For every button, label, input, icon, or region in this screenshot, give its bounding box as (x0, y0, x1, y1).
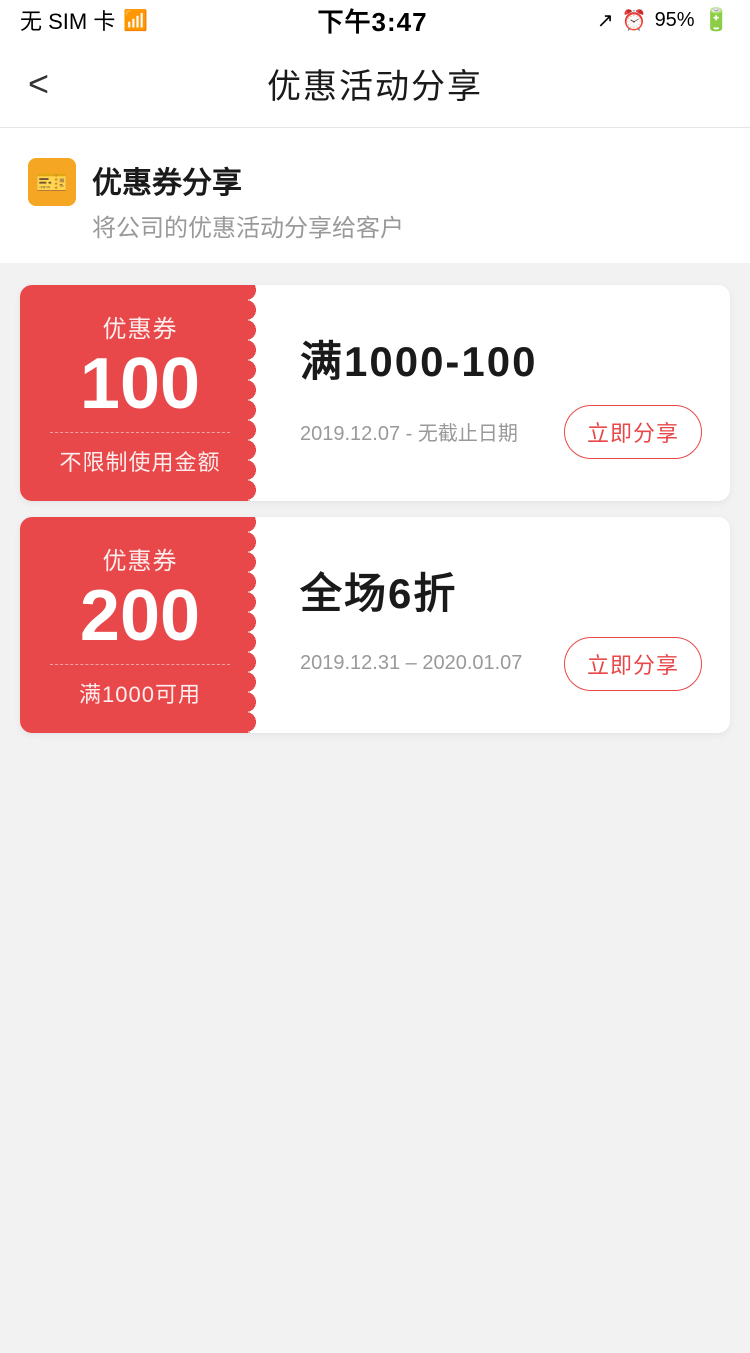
coupon-meta-2: 2019.12.31 – 2020.01.07 立即分享 (300, 637, 702, 691)
wifi-icon: 📶 (123, 8, 148, 33)
status-right: ↗ ⏰ 95% 🔋 (597, 7, 730, 33)
coupon-condition-1: 不限制使用金额 (59, 445, 220, 477)
section-text-group: 优惠券分享 将公司的优惠活动分享给客户 (92, 158, 404, 243)
coupon-name-2: 全场6折 (300, 560, 702, 621)
coupon-condition-2: 满1000可用 (79, 677, 201, 709)
empty-area (0, 753, 750, 1353)
coupon-amount-2: 200 (80, 580, 200, 652)
coupon-right-1: 满1000-100 2019.12.07 - 无截止日期 立即分享 (260, 285, 730, 501)
coupon-name-1: 满1000-100 (300, 328, 702, 389)
section-icon: 🎫 (28, 158, 76, 206)
coupon-meta-1: 2019.12.07 - 无截止日期 立即分享 (300, 405, 702, 459)
battery-percent: 95% (655, 9, 695, 32)
status-left: 无 SIM 卡 📶 (20, 4, 148, 36)
status-bar: 无 SIM 卡 📶 下午3:47 ↗ ⏰ 95% 🔋 (0, 0, 750, 40)
coupon-right-2: 全场6折 2019.12.31 – 2020.01.07 立即分享 (260, 517, 730, 733)
coupon-divider-2 (50, 664, 230, 665)
coupon-card-1: 优惠券 100 不限制使用金额 满1000-100 2019.12.07 - 无… (20, 285, 730, 501)
nav-bar: < 优惠活动分享 (0, 40, 750, 128)
coupon-date-2: 2019.12.31 – 2020.01.07 (300, 652, 552, 675)
coupon-label-1: 优惠券 (103, 309, 178, 344)
no-sim-text: 无 SIM 卡 (20, 4, 115, 36)
coupon-left-2: 优惠券 200 满1000可用 (20, 517, 260, 733)
coupon-amount-1: 100 (80, 348, 200, 420)
battery-icon: 🔋 (703, 7, 730, 33)
coupon-divider-1 (50, 432, 230, 433)
section-subtitle: 将公司的优惠活动分享给客户 (92, 208, 404, 243)
share-button-1[interactable]: 立即分享 (564, 405, 702, 459)
coupon-left-1: 优惠券 100 不限制使用金额 (20, 285, 260, 501)
location-icon: ↗ (597, 8, 614, 33)
back-button[interactable]: < (28, 63, 49, 105)
coupon-label-2: 优惠券 (103, 541, 178, 576)
coupon-card-2: 优惠券 200 满1000可用 全场6折 2019.12.31 – 2020.0… (20, 517, 730, 733)
coupon-list: 优惠券 100 不限制使用金额 满1000-100 2019.12.07 - 无… (0, 265, 750, 753)
alarm-icon: ⏰ (622, 8, 647, 33)
section-title: 优惠券分享 (92, 158, 404, 202)
share-button-2[interactable]: 立即分享 (564, 637, 702, 691)
coupon-date-1: 2019.12.07 - 无截止日期 (300, 417, 552, 446)
page-title: 优惠活动分享 (267, 59, 483, 108)
section-header: 🎫 优惠券分享 将公司的优惠活动分享给客户 (0, 128, 750, 263)
status-time: 下午3:47 (318, 2, 428, 39)
